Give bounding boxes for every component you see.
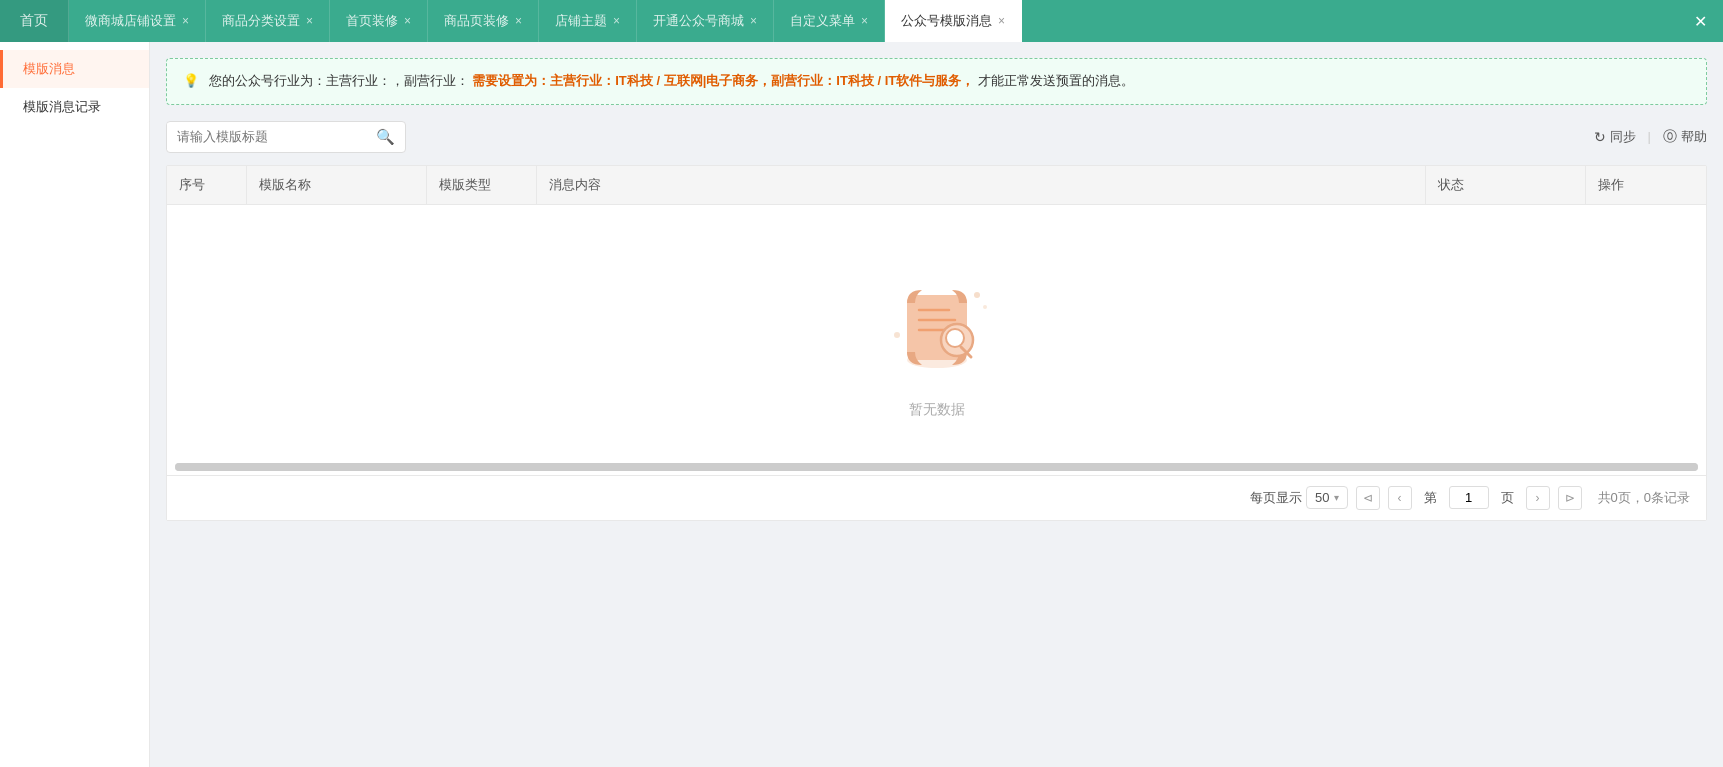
tab-template-message[interactable]: 公众号模版消息 × (885, 0, 1022, 42)
th-status: 状态 (1426, 166, 1586, 204)
search-input-wrap: 🔍 (166, 121, 406, 153)
sync-button[interactable]: ↻ 同步 (1594, 128, 1636, 146)
search-button[interactable]: 🔍 (366, 122, 405, 152)
next-page-icon: › (1536, 491, 1540, 505)
prev-page-icon: ‹ (1398, 491, 1402, 505)
close-home-decoration[interactable]: × (404, 14, 411, 28)
close-store-theme[interactable]: × (613, 14, 620, 28)
pagination: 每页显示 50 ▾ ⊲ ‹ 第 页 › (167, 475, 1706, 520)
notice-suffix: 才能正常发送预置的消息。 (978, 73, 1134, 88)
page-size-value: 50 (1315, 490, 1329, 505)
sync-label: 同步 (1610, 128, 1636, 146)
tab-category-settings-label: 商品分类设置 (222, 12, 300, 30)
empty-text: 暂无数据 (909, 401, 965, 419)
sync-icon: ↻ (1594, 129, 1606, 145)
tab-open-wechat-mall[interactable]: 开通公众号商城 × (637, 0, 774, 42)
close-product-decoration[interactable]: × (515, 14, 522, 28)
sidebar-item-template-msg[interactable]: 模版消息 (0, 50, 149, 88)
tab-bar-close-all[interactable]: ✕ (1678, 12, 1723, 31)
page-size-box[interactable]: 50 ▾ (1306, 486, 1347, 509)
tab-home[interactable]: 首页 (0, 0, 69, 42)
close-custom-menu[interactable]: × (861, 14, 868, 28)
th-content: 消息内容 (537, 166, 1426, 204)
table-header: 序号 模版名称 模版类型 消息内容 状态 操作 (167, 166, 1706, 205)
divider: | (1648, 129, 1651, 144)
help-label: 帮助 (1681, 128, 1707, 146)
close-store-settings[interactable]: × (182, 14, 189, 28)
close-template-message[interactable]: × (998, 14, 1005, 28)
th-action: 操作 (1586, 166, 1706, 204)
tab-custom-menu[interactable]: 自定义菜单 × (774, 0, 885, 42)
main-layout: 模版消息 模版消息记录 💡 您的公众号行业为：主营行业：，副营行业： 需要设置为… (0, 42, 1723, 767)
help-icon: ⓪ (1663, 128, 1677, 146)
tab-custom-menu-label: 自定义菜单 (790, 12, 855, 30)
table-container: 序号 模版名称 模版类型 消息内容 状态 操作 (166, 165, 1707, 521)
last-page-button[interactable]: ⊳ (1558, 486, 1582, 510)
tab-home-decoration[interactable]: 首页装修 × (330, 0, 428, 42)
total-info: 共0页，0条记录 (1598, 489, 1690, 507)
close-category-settings[interactable]: × (306, 14, 313, 28)
search-input[interactable] (167, 123, 366, 150)
empty-state: 暂无数据 (167, 205, 1706, 459)
first-page-icon: ⊲ (1363, 491, 1373, 505)
first-page-button[interactable]: ⊲ (1356, 486, 1380, 510)
page-size-select: 每页显示 50 ▾ (1250, 486, 1347, 509)
notice-banner: 💡 您的公众号行业为：主营行业：，副营行业： 需要设置为：主营行业：IT科技 /… (166, 58, 1707, 105)
notice-highlight: 需要设置为：主营行业：IT科技 / 互联网|电子商务，副营行业：IT科技 / I… (472, 73, 974, 88)
scrollbar-track[interactable] (175, 463, 1698, 471)
sidebar-item-template-msg-label: 模版消息 (23, 61, 75, 76)
tab-template-message-label: 公众号模版消息 (901, 12, 992, 30)
page-size-chevron-icon: ▾ (1334, 492, 1339, 503)
main-content: 💡 您的公众号行业为：主营行业：，副营行业： 需要设置为：主营行业：IT科技 /… (150, 42, 1723, 767)
svg-point-6 (946, 329, 964, 347)
th-index: 序号 (167, 166, 247, 204)
notice-icon: 💡 (183, 73, 199, 88)
th-name: 模版名称 (247, 166, 427, 204)
tab-home-label: 首页 (20, 12, 48, 30)
tab-home-decoration-label: 首页装修 (346, 12, 398, 30)
notice-prefix: 您的公众号行业为：主营行业：，副营行业： (209, 73, 469, 88)
tab-bar: 首页 微商城店铺设置 × 商品分类设置 × 首页装修 × 商品页装修 × 店铺主… (0, 0, 1723, 42)
tab-store-theme-label: 店铺主题 (555, 12, 607, 30)
svg-point-9 (983, 305, 987, 309)
page-size-label: 每页显示 (1250, 489, 1302, 507)
page-prefix: 第 (1424, 489, 1437, 507)
page-number-input[interactable] (1449, 486, 1489, 509)
tab-store-theme[interactable]: 店铺主题 × (539, 0, 637, 42)
search-icon: 🔍 (376, 128, 395, 145)
help-button[interactable]: ⓪ 帮助 (1663, 128, 1707, 146)
svg-point-10 (894, 332, 900, 338)
next-page-button[interactable]: › (1526, 486, 1550, 510)
sidebar-item-template-msg-record-label: 模版消息记录 (23, 99, 101, 114)
empty-illustration (877, 265, 997, 385)
close-open-wechat-mall[interactable]: × (750, 14, 757, 28)
tab-open-wechat-mall-label: 开通公众号商城 (653, 12, 744, 30)
sidebar-item-template-msg-record[interactable]: 模版消息记录 (0, 88, 149, 126)
tab-category-settings[interactable]: 商品分类设置 × (206, 0, 330, 42)
tab-store-settings[interactable]: 微商城店铺设置 × (69, 0, 206, 42)
tab-product-decoration[interactable]: 商品页装修 × (428, 0, 539, 42)
tab-product-decoration-label: 商品页装修 (444, 12, 509, 30)
tab-store-settings-label: 微商城店铺设置 (85, 12, 176, 30)
sidebar: 模版消息 模版消息记录 (0, 42, 150, 767)
search-bar: 🔍 ↻ 同步 | ⓪ 帮助 (166, 121, 1707, 153)
search-actions: ↻ 同步 | ⓪ 帮助 (1594, 128, 1707, 146)
last-page-icon: ⊳ (1565, 491, 1575, 505)
page-unit: 页 (1501, 489, 1514, 507)
scrollbar-row (167, 459, 1706, 475)
scrollbar-thumb[interactable] (175, 463, 1698, 471)
prev-page-button[interactable]: ‹ (1388, 486, 1412, 510)
svg-point-8 (974, 292, 980, 298)
th-type: 模版类型 (427, 166, 537, 204)
